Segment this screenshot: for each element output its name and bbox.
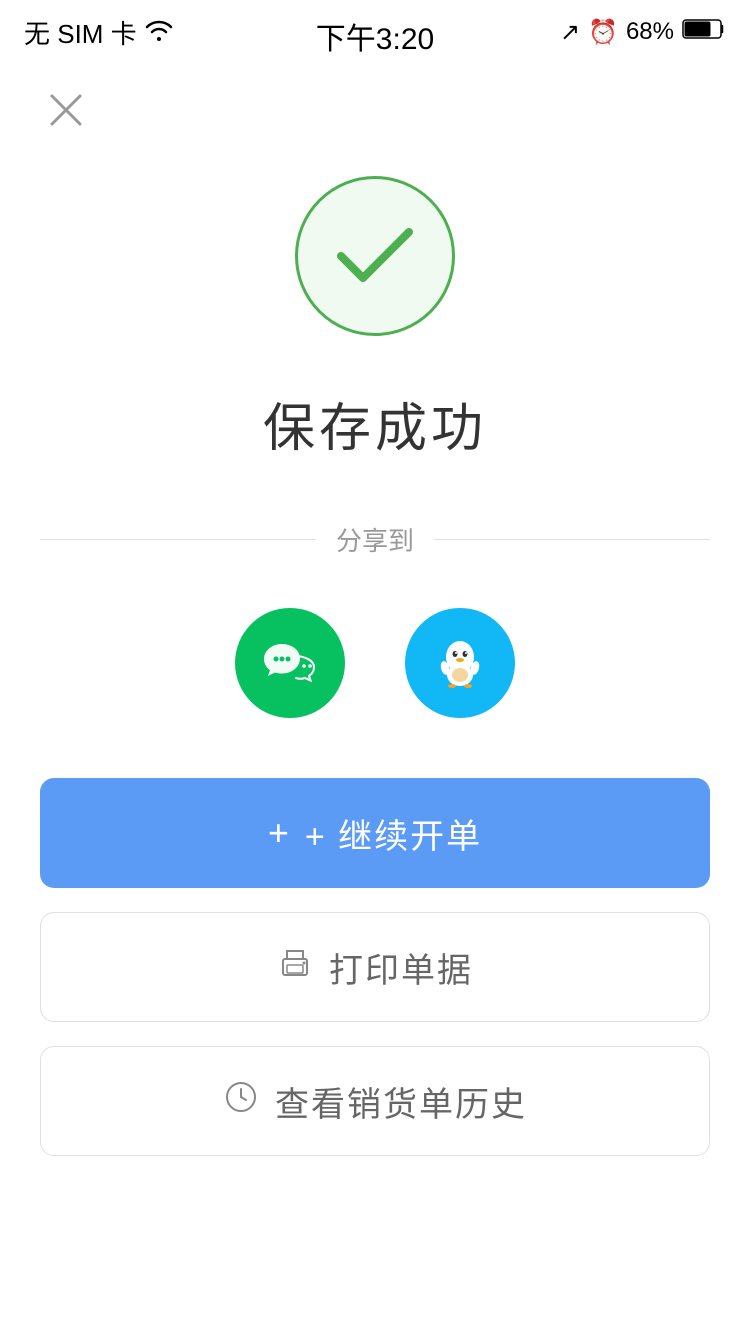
history-label: 查看销货单历史: [275, 1077, 527, 1126]
main-content: 保存成功 分享到: [0, 64, 750, 1220]
close-button-row: [40, 84, 710, 136]
battery-icon: [682, 18, 726, 47]
share-divider: 分享到: [40, 521, 710, 558]
qq-icon: [428, 631, 492, 695]
status-time: 下午3:20: [316, 14, 434, 58]
continue-label: + 继续开单: [305, 809, 482, 858]
status-right: ↗ ⏰ 68%: [560, 18, 726, 47]
qq-share-button[interactable]: [405, 608, 515, 718]
alarm-icon: ⏰: [588, 18, 618, 47]
print-label: 打印单据: [329, 943, 473, 992]
wechat-share-button[interactable]: [235, 608, 345, 718]
history-button[interactable]: 查看销货单历史: [40, 1046, 710, 1156]
print-icon: [277, 945, 313, 990]
wechat-icon: [258, 636, 322, 690]
continue-icon: +: [268, 812, 289, 854]
success-title: 保存成功: [263, 386, 487, 461]
close-icon: [48, 92, 84, 128]
location-icon: ↗: [560, 18, 580, 47]
clock-icon: [223, 1079, 259, 1115]
wifi-icon: [145, 17, 173, 48]
status-bar: 无 SIM 卡 下午3:20 ↗ ⏰ 68%: [0, 0, 750, 64]
status-left: 无 SIM 卡: [24, 14, 173, 51]
battery-text: 68%: [626, 18, 674, 46]
continue-button[interactable]: + + 继续开单: [40, 778, 710, 888]
checkmark-icon: [335, 226, 415, 286]
carrier-text: 无 SIM 卡: [24, 14, 137, 51]
success-circle: [295, 176, 455, 336]
close-button[interactable]: [40, 84, 92, 136]
divider-line-left: [40, 539, 316, 540]
print-button[interactable]: 打印单据: [40, 912, 710, 1022]
share-label: 分享到: [336, 521, 414, 558]
divider-line-right: [434, 539, 710, 540]
history-icon: [223, 1079, 259, 1124]
printer-icon: [277, 945, 313, 981]
share-icons-row: [40, 608, 710, 718]
